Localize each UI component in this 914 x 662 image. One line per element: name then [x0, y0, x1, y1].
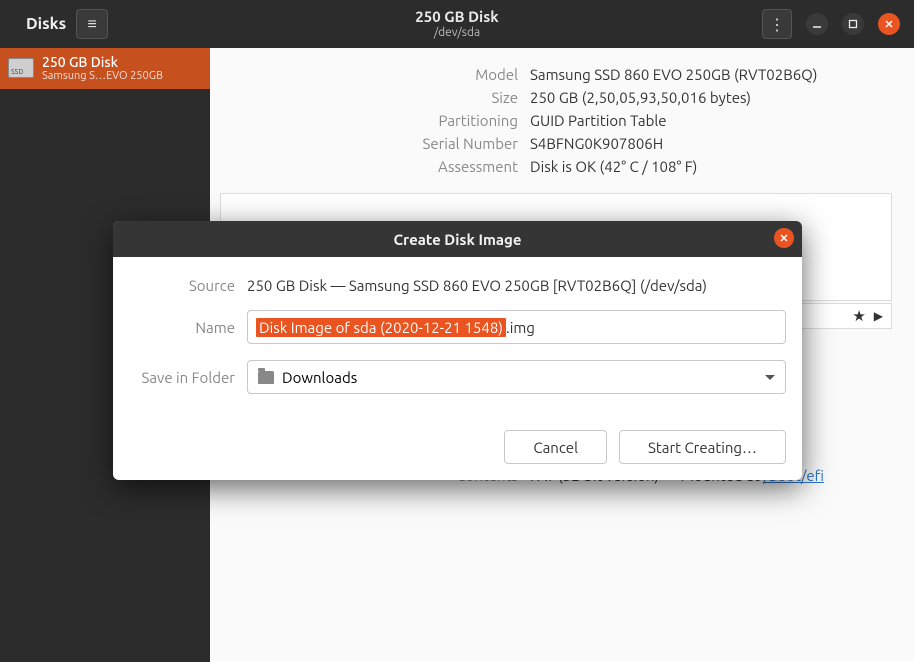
window-subtitle: /dev/sda — [208, 26, 706, 40]
window-close-button[interactable] — [878, 13, 900, 35]
sidebar-item-title: 250 GB Disk — [42, 54, 163, 70]
minimize-icon — [812, 19, 822, 29]
value-partitioning: GUID Partition Table — [530, 112, 667, 129]
name-input-selection: Disk Image of sda (2020-12-21 1548) — [256, 318, 506, 337]
star-icon[interactable]: ★ — [852, 307, 865, 325]
value-size: 250 GB (2,50,05,93,50,016 bytes) — [530, 89, 751, 106]
create-disk-image-dialog: Create Disk Image Source 250 GB Disk — S… — [113, 221, 802, 480]
label-partitioning: Partitioning — [210, 112, 530, 129]
app-name: Disks — [26, 15, 66, 33]
dialog-body: Source 250 GB Disk — Samsung SSD 860 EVO… — [113, 257, 802, 426]
chevron-down-icon — [765, 375, 775, 380]
label-size: Size — [210, 89, 530, 106]
name-input[interactable]: Disk Image of sda (2020-12-21 1548).img — [247, 310, 786, 344]
label-source: Source — [129, 277, 247, 294]
name-input-rest: .img — [506, 319, 535, 336]
label-assessment: Assessment — [210, 158, 530, 175]
hamburger-menu-button[interactable]: ≡ — [76, 9, 108, 39]
cancel-button[interactable]: Cancel — [504, 430, 607, 464]
title-bar: Disks ≡ 250 GB Disk /dev/sda ⋮ — [0, 0, 914, 48]
dialog-titlebar: Create Disk Image — [113, 221, 802, 257]
ssd-icon: SSD — [8, 58, 34, 78]
value-serial: S4BFNG0K907806H — [530, 135, 663, 152]
window-maximize-button[interactable] — [842, 13, 864, 35]
play-icon[interactable]: ▶ — [874, 309, 883, 323]
menu-icon: ≡ — [88, 15, 97, 34]
sidebar-item-subtitle: Samsung S…EVO 250GB — [42, 70, 163, 83]
titlebar-left: Disks ≡ — [8, 9, 208, 39]
titlebar-center: 250 GB Disk /dev/sda — [208, 8, 706, 40]
disk-info: ModelSamsung SSD 860 EVO 250GB (RVT02B6Q… — [210, 48, 914, 175]
dialog-title: Create Disk Image — [393, 231, 521, 248]
value-source: 250 GB Disk — Samsung SSD 860 EVO 250GB … — [247, 277, 786, 294]
kebab-icon: ⋮ — [769, 15, 785, 34]
label-name: Name — [129, 319, 247, 336]
sidebar-disk-item[interactable]: SSD 250 GB Disk Samsung S…EVO 250GB — [0, 48, 210, 89]
save-folder-value: Downloads — [282, 369, 357, 386]
value-assessment: Disk is OK (42° C / 108° F) — [530, 158, 697, 175]
disk-actions-button[interactable]: ⋮ — [762, 9, 792, 39]
titlebar-right: ⋮ — [706, 9, 906, 39]
window-title: 250 GB Disk — [208, 8, 706, 26]
start-creating-button[interactable]: Start Creating… — [619, 430, 786, 464]
sidebar-item-labels: 250 GB Disk Samsung S…EVO 250GB — [42, 54, 163, 83]
label-model: Model — [210, 66, 530, 83]
dialog-actions: Cancel Start Creating… — [113, 426, 802, 480]
window-minimize-button[interactable] — [806, 13, 828, 35]
save-folder-select[interactable]: Downloads — [247, 360, 786, 394]
folder-icon — [258, 371, 274, 384]
label-folder: Save in Folder — [129, 369, 247, 386]
label-serial: Serial Number — [210, 135, 530, 152]
maximize-icon — [848, 19, 858, 29]
close-icon — [884, 19, 894, 29]
close-icon — [779, 233, 789, 243]
dialog-close-button[interactable] — [774, 228, 794, 248]
value-model: Samsung SSD 860 EVO 250GB (RVT02B6Q) — [530, 66, 818, 83]
